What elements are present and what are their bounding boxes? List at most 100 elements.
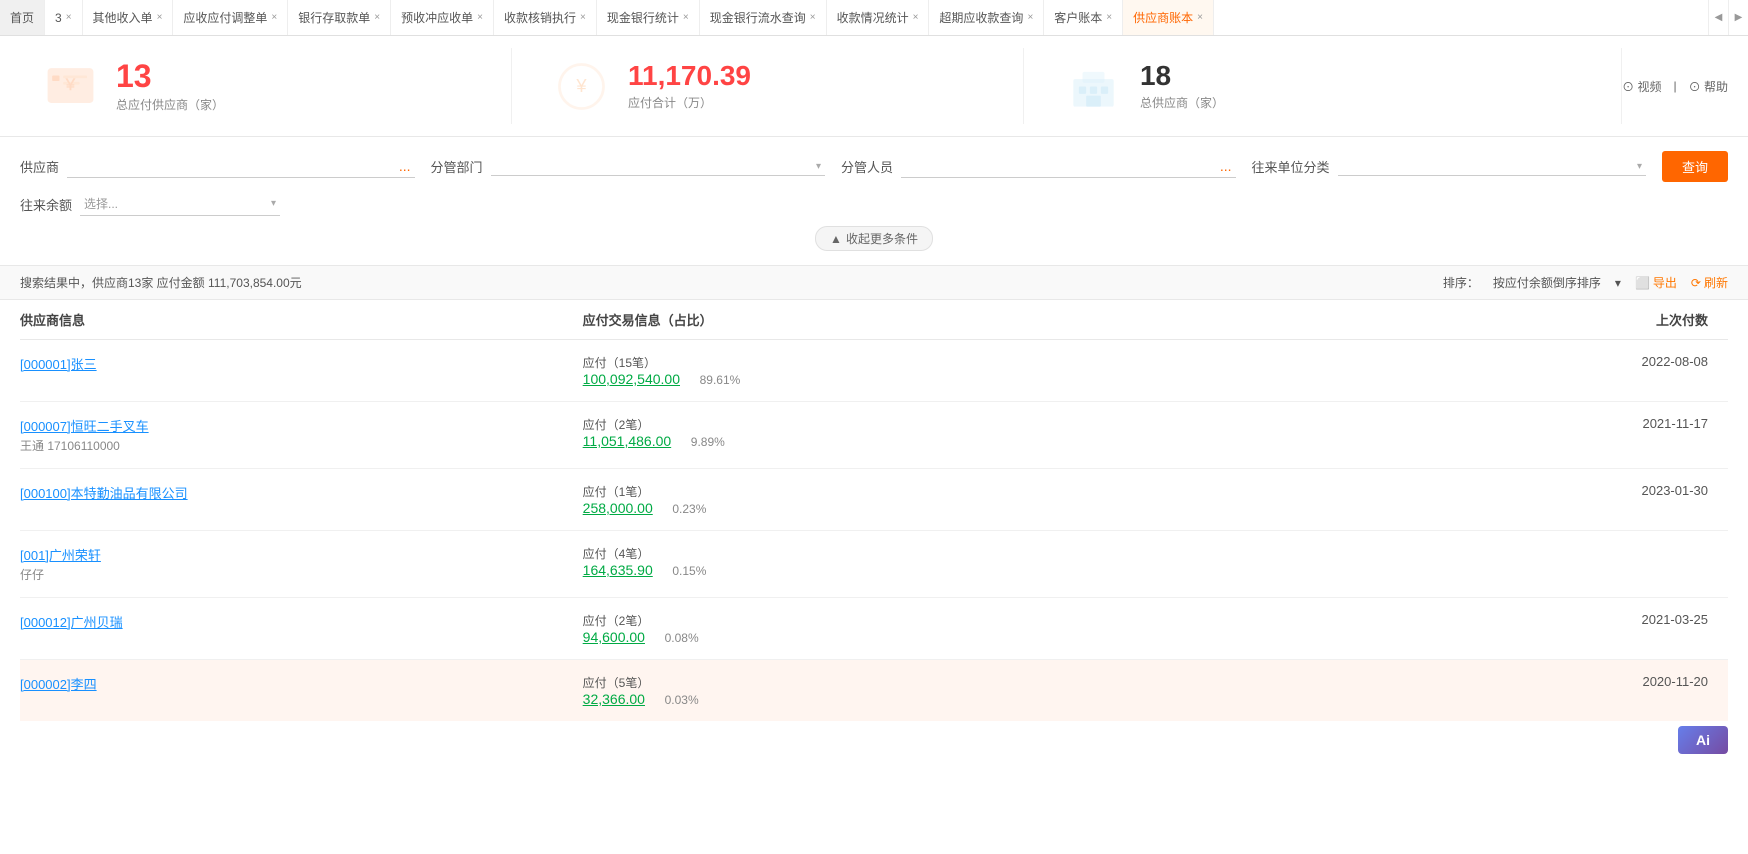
supplier-link-000100[interactable]: [000100]本特勤油品有限公司 — [20, 483, 583, 502]
department-arrow-icon: ▾ — [816, 161, 821, 172]
trans-amount[interactable]: 258,000.00 — [583, 500, 653, 516]
filter-row-2: 往来余额 选择... ▾ — [20, 192, 1728, 216]
total-payable-icon: ¥ — [552, 56, 612, 116]
close-icon[interactable]: × — [913, 12, 919, 23]
filter-supplier: 供应商 ... — [20, 155, 415, 178]
nav-tab-3-label: 3 — [55, 11, 62, 25]
nav-cash-flow[interactable]: 现金银行流水查询 × — [700, 0, 827, 35]
close-icon[interactable]: × — [477, 12, 483, 23]
nav-cash-flow-label: 现金银行流水查询 — [710, 9, 806, 26]
close-icon[interactable]: × — [1106, 12, 1112, 23]
nav-cash-bank-stats[interactable]: 现金银行统计 × — [597, 0, 700, 35]
close-icon[interactable]: × — [1027, 12, 1033, 23]
filter-person: 分管人员 ... — [841, 155, 1236, 178]
supplier-link-001[interactable]: [001]广州荣轩 — [20, 545, 583, 564]
category-select-wrap[interactable]: ▾ — [1338, 158, 1646, 176]
nav-collection-stats-label: 收款情况统计 — [837, 9, 909, 26]
supplier-filter-label: 供应商 — [20, 157, 59, 176]
stat-info-total-suppliers: 18 总供应商（家） — [1140, 62, 1224, 111]
last-pay-date: 2023-01-30 — [1258, 483, 1728, 498]
nav-prepay[interactable]: 预收冲应收单 × — [391, 0, 494, 35]
category-filter-label: 往来单位分类 — [1252, 157, 1330, 176]
nav-other-income-label: 其他收入单 — [93, 9, 153, 26]
last-pay-date: 2022-08-08 — [1258, 354, 1728, 369]
filter-row-1: 供应商 ... 分管部门 ▾ 分管人员 ... 往来单位分类 ▾ — [20, 151, 1728, 182]
supplier-link-000012[interactable]: [000012]广州贝瑞 — [20, 612, 583, 631]
supplier-input-wrap: ... — [67, 155, 414, 178]
nav-collection-stats[interactable]: 收款情况统计 × — [827, 0, 930, 35]
query-button[interactable]: 查询 — [1662, 151, 1728, 182]
supplier-info: [000001]张三 — [20, 354, 583, 373]
supplier-link-000002[interactable]: [000002]李四 — [20, 674, 583, 693]
nav-tab-3[interactable]: 3 × — [45, 0, 83, 35]
ai-badge[interactable]: Ai — [1678, 726, 1728, 754]
nav-bank[interactable]: 银行存取款单 × — [288, 0, 391, 35]
collapse-label: 收起更多条件 — [846, 230, 918, 247]
nav-reconcile[interactable]: 收款核销执行 × — [494, 0, 597, 35]
nav-overdue-query-label: 超期应收款查询 — [939, 9, 1023, 26]
nav-overdue-query[interactable]: 超期应收款查询 × — [929, 0, 1044, 35]
video-link[interactable]: ⊙ 视频 — [1622, 78, 1661, 95]
close-icon[interactable]: × — [157, 12, 163, 23]
supplier-dots[interactable]: ... — [399, 158, 411, 174]
close-icon[interactable]: × — [810, 12, 816, 23]
trans-label: 应付（15笔） — [583, 354, 1258, 371]
department-select-wrap[interactable]: ▾ — [491, 158, 825, 176]
supplier-link-000001[interactable]: [000001]张三 — [20, 354, 583, 373]
export-button[interactable]: ⬜ 导出 — [1635, 274, 1677, 291]
balance-select-wrap[interactable]: 选择... ▾ — [80, 192, 280, 216]
collapse-button[interactable]: ▲ 收起更多条件 — [815, 226, 933, 251]
supplier-link-000007[interactable]: [000007]恒旺二手叉车 — [20, 416, 583, 435]
close-icon[interactable]: × — [374, 12, 380, 23]
balance-filter-label: 往来余额 — [20, 195, 72, 214]
person-input[interactable] — [905, 159, 1220, 173]
table-row: [000002]李四 应付（5笔） 32,366.00 0.03% 2020-1… — [20, 660, 1728, 721]
supplier-info: [000002]李四 — [20, 674, 583, 693]
last-pay-date: 2021-11-17 — [1258, 416, 1728, 431]
supplier-sub: 仔仔 — [20, 566, 583, 583]
filter-department: 分管部门 ▾ — [431, 157, 826, 176]
stat-info-payable-suppliers: 13 总应付供应商（家） — [116, 60, 224, 113]
close-icon[interactable]: × — [66, 12, 72, 23]
close-icon[interactable]: × — [1197, 12, 1203, 23]
refresh-button[interactable]: ⟳ 刷新 — [1691, 274, 1728, 291]
table-area: 供应商信息 应付交易信息（占比） 上次付数 [000001]张三 应付（15笔）… — [0, 300, 1748, 854]
trans-label: 应付（4笔） — [583, 545, 1258, 562]
trans-percent: 0.08% — [665, 631, 699, 645]
trans-amount[interactable]: 100,092,540.00 — [583, 371, 680, 387]
transaction-info: 应付（1笔） 258,000.00 0.23% — [583, 483, 1258, 516]
result-bar-actions: 排序： 按应付余额倒序排序 ▾ ⬜ 导出 ⟳ 刷新 — [1443, 274, 1728, 291]
supplier-info: [000007]恒旺二手叉车 王通 17106110000 — [20, 416, 583, 454]
nav-other-income[interactable]: 其他收入单 × — [83, 0, 174, 35]
nav-home[interactable]: 首页 — [0, 0, 45, 35]
balance-arrow-icon: ▾ — [271, 198, 276, 209]
person-input-wrap: ... — [901, 155, 1235, 178]
payable-suppliers-label: 总应付供应商（家） — [116, 96, 224, 113]
close-icon[interactable]: × — [580, 12, 586, 23]
refresh-icon: ⟳ — [1691, 276, 1701, 290]
help-link[interactable]: ⊙ 帮助 — [1689, 78, 1728, 95]
trans-label: 应付（1笔） — [583, 483, 1258, 500]
close-icon[interactable]: × — [271, 12, 277, 23]
header-lastpay: 上次付数 — [1258, 310, 1728, 329]
nav-adjustment[interactable]: 应收应付调整单 × — [173, 0, 288, 35]
person-dots[interactable]: ... — [1220, 158, 1232, 174]
stat-card-payable-suppliers: ￥ 13 总应付供应商（家） — [0, 48, 512, 124]
nav-next-button[interactable]: ▶ — [1728, 0, 1748, 36]
nav-prev-button[interactable]: ◀ — [1708, 0, 1728, 36]
category-arrow-icon: ▾ — [1637, 161, 1642, 172]
nav-home-label: 首页 — [10, 9, 34, 26]
trans-amount[interactable]: 11,051,486.00 — [583, 433, 672, 449]
nav-supplier-account[interactable]: 供应商账本 × — [1123, 0, 1214, 35]
supplier-input[interactable] — [71, 159, 399, 173]
trans-amount[interactable]: 94,600.00 — [583, 629, 645, 645]
nav-customer-account[interactable]: 客户账本 × — [1044, 0, 1123, 35]
total-payable-label: 应付合计（万） — [628, 94, 751, 111]
stat-card-total-suppliers: 18 总供应商（家） — [1024, 48, 1622, 124]
trans-amount[interactable]: 164,635.90 — [583, 562, 653, 578]
transaction-info: 应付（2笔） 11,051,486.00 9.89% — [583, 416, 1258, 449]
sort-value[interactable]: 按应付余额倒序排序 — [1493, 274, 1601, 291]
close-icon[interactable]: × — [683, 12, 689, 23]
trans-amount[interactable]: 32,366.00 — [583, 691, 645, 707]
payable-suppliers-count: 13 — [116, 60, 224, 92]
